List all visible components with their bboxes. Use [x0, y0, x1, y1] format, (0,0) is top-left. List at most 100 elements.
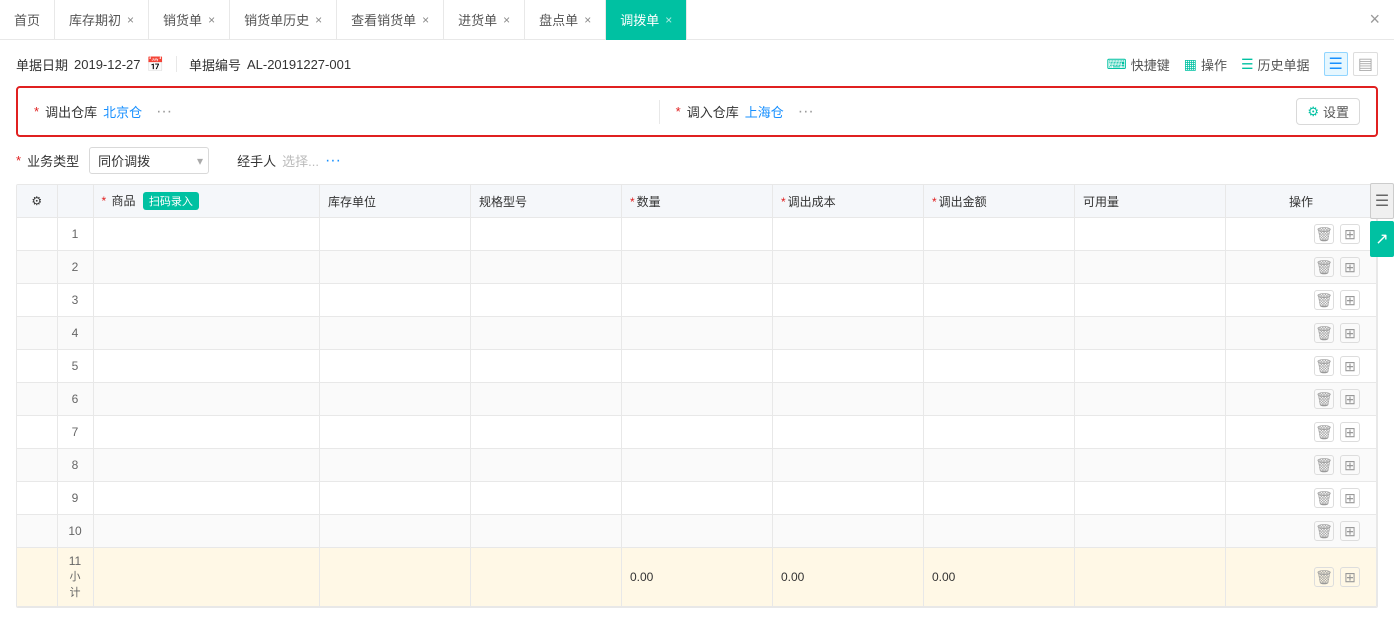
copy-icon[interactable]: ⊞	[1340, 323, 1360, 343]
copy-icon[interactable]: ⊞	[1340, 422, 1360, 442]
row-qty-cell[interactable]	[622, 284, 773, 317]
delete-icon[interactable]: 🗑	[1314, 521, 1334, 541]
row-goods-cell[interactable]	[93, 251, 320, 284]
tab-close-stocktake[interactable]: ×	[584, 13, 591, 27]
row-amount-cell[interactable]	[924, 383, 1075, 416]
copy-icon[interactable]: ⊞	[1340, 521, 1360, 541]
table-scroll[interactable]: ⚙ * 商品 扫码录入 库存单位 规格型号 *数量 *调出成本 *调出金额 可用…	[17, 185, 1377, 607]
copy-icon[interactable]: ⊞	[1340, 290, 1360, 310]
copy-icon[interactable]: ⊞	[1340, 356, 1360, 376]
delete-icon[interactable]: 🗑	[1314, 323, 1334, 343]
row-amount-cell[interactable]	[924, 284, 1075, 317]
row-amount-cell[interactable]	[924, 515, 1075, 548]
tab-close-sales-history[interactable]: ×	[315, 13, 322, 27]
row-amount-cell[interactable]	[924, 218, 1075, 251]
tab-inventory-init[interactable]: 库存期初×	[55, 0, 149, 40]
layout1-icon[interactable]: ☰	[1324, 52, 1348, 76]
row-goods-cell[interactable]	[93, 284, 320, 317]
row-ops-cell: 🗑 ⊞	[1226, 416, 1377, 449]
row-cost-cell[interactable]	[773, 284, 924, 317]
row-cost-cell[interactable]	[773, 218, 924, 251]
in-warehouse-more-button[interactable]: ···	[798, 103, 814, 121]
row-cost-cell[interactable]	[773, 317, 924, 350]
out-warehouse-more-button[interactable]: ···	[156, 103, 172, 121]
row-amount-cell[interactable]	[924, 416, 1075, 449]
delete-icon[interactable]: 🗑	[1314, 389, 1334, 409]
row-goods-cell[interactable]	[93, 449, 320, 482]
layout2-icon[interactable]: ▤	[1353, 52, 1378, 76]
row-qty-cell[interactable]	[622, 383, 773, 416]
tab-transfer[interactable]: 调拨单×	[606, 0, 687, 40]
row-cost-cell[interactable]	[773, 383, 924, 416]
delete-icon[interactable]: 🗑	[1314, 257, 1334, 277]
copy-icon[interactable]: ⊞	[1340, 224, 1360, 244]
tab-close-transfer[interactable]: ×	[665, 13, 672, 27]
row-amount-cell[interactable]	[924, 317, 1075, 350]
delete-icon[interactable]: 🗑	[1314, 422, 1334, 442]
row-qty-cell[interactable]	[622, 350, 773, 383]
tab-close-purchase[interactable]: ×	[503, 13, 510, 27]
tab-purchase[interactable]: 进货单×	[444, 0, 525, 40]
row-cost-cell[interactable]	[773, 449, 924, 482]
shortcuts-button[interactable]: ⌨ 快捷键	[1106, 55, 1169, 74]
row-qty-cell[interactable]	[622, 515, 773, 548]
row-goods-cell[interactable]	[93, 482, 320, 515]
row-qty-cell[interactable]	[622, 416, 773, 449]
settings-button[interactable]: ⚙ 设置	[1296, 98, 1360, 125]
float-note-button[interactable]: ☰	[1370, 183, 1394, 219]
row-cost-cell[interactable]	[773, 416, 924, 449]
tab-sales-order[interactable]: 销货单×	[149, 0, 230, 40]
tab-home[interactable]: 首页	[0, 0, 55, 40]
row-amount-cell[interactable]	[924, 251, 1075, 284]
tab-sales-history[interactable]: 销货单历史×	[230, 0, 337, 40]
delete-icon[interactable]: 🗑	[1314, 567, 1334, 587]
row-goods-cell[interactable]	[93, 350, 320, 383]
delete-icon[interactable]: 🗑	[1314, 290, 1334, 310]
in-warehouse-value[interactable]: 上海仓	[745, 102, 784, 121]
row-goods-cell[interactable]	[93, 317, 320, 350]
handler-more-button[interactable]: ···	[325, 152, 341, 170]
row-cost-cell[interactable]	[773, 350, 924, 383]
row-unit-cell	[320, 350, 471, 383]
delete-icon[interactable]: 🗑	[1314, 356, 1334, 376]
tab-view-sales[interactable]: 查看销货单×	[337, 0, 444, 40]
tab-close-view-sales[interactable]: ×	[422, 13, 429, 27]
business-type-select[interactable]: 同价调拨	[89, 147, 209, 174]
float-expand-button[interactable]: ↗	[1370, 221, 1394, 257]
row-goods-cell[interactable]	[93, 515, 320, 548]
handler-select-input[interactable]: 选择...	[282, 151, 319, 170]
tab-close-sales-order[interactable]: ×	[208, 13, 215, 27]
row-qty-cell[interactable]	[622, 251, 773, 284]
calendar-icon[interactable]: 📅	[147, 56, 164, 73]
close-all-button[interactable]: ×	[1355, 0, 1394, 40]
out-warehouse-value[interactable]: 北京仓	[103, 102, 142, 121]
row-cost-cell[interactable]	[773, 515, 924, 548]
delete-icon[interactable]: 🗑	[1314, 488, 1334, 508]
row-qty-cell[interactable]	[622, 218, 773, 251]
scan-button[interactable]: 扫码录入	[143, 192, 199, 210]
copy-icon[interactable]: ⊞	[1340, 567, 1360, 587]
row-goods-cell[interactable]	[93, 383, 320, 416]
delete-icon[interactable]: 🗑	[1314, 224, 1334, 244]
copy-icon[interactable]: ⊞	[1340, 488, 1360, 508]
row-cost-cell[interactable]	[773, 482, 924, 515]
operations-button[interactable]: ▦ 操作	[1184, 55, 1227, 74]
row-cost-cell[interactable]	[773, 251, 924, 284]
gear-column-header[interactable]: ⚙	[17, 185, 57, 218]
copy-icon[interactable]: ⊞	[1340, 455, 1360, 475]
row-qty-cell[interactable]	[622, 482, 773, 515]
copy-icon[interactable]: ⊞	[1340, 257, 1360, 277]
layout-toggle[interactable]: ☰ ▤	[1324, 52, 1378, 76]
row-amount-cell[interactable]	[924, 482, 1075, 515]
copy-icon[interactable]: ⊞	[1340, 389, 1360, 409]
delete-icon[interactable]: 🗑	[1314, 455, 1334, 475]
row-amount-cell[interactable]	[924, 350, 1075, 383]
row-goods-cell[interactable]	[93, 218, 320, 251]
row-goods-cell[interactable]	[93, 416, 320, 449]
tab-close-inventory-init[interactable]: ×	[127, 13, 134, 27]
row-amount-cell[interactable]	[924, 449, 1075, 482]
row-qty-cell[interactable]	[622, 449, 773, 482]
history-button[interactable]: ☰ 历史单据	[1241, 55, 1310, 74]
tab-stocktake[interactable]: 盘点单×	[525, 0, 606, 40]
row-qty-cell[interactable]	[622, 317, 773, 350]
